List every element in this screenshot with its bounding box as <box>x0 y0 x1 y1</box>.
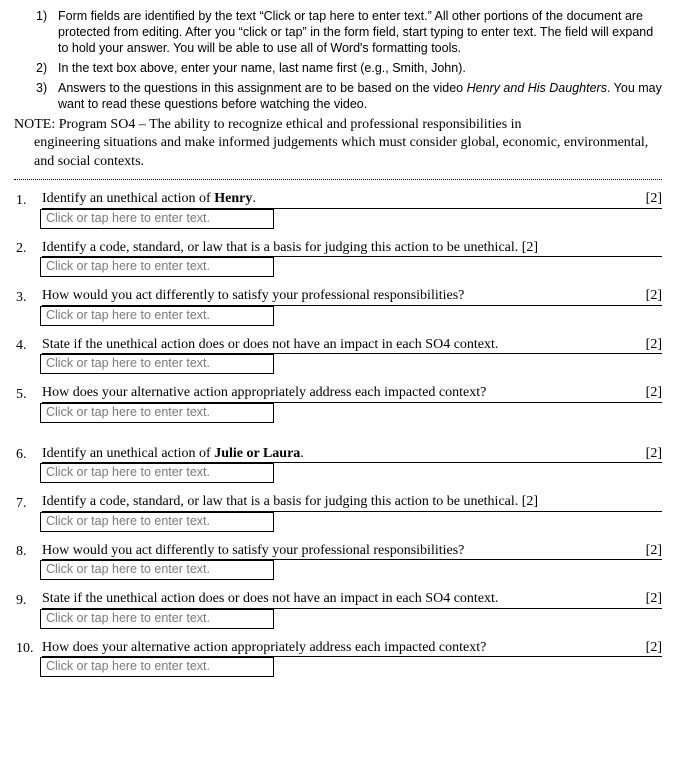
answer-field[interactable]: Click or tap here to enter text. <box>40 512 274 532</box>
question-text: Identify an unethical action of Julie or… <box>42 445 642 463</box>
instruction-item: 1) Form fields are identified by the tex… <box>58 8 662 56</box>
question-row: 2.Identify a code, standard, or law that… <box>14 239 662 258</box>
answer-input-row: Click or tap here to enter text. <box>40 257 662 277</box>
question-text-wrap: Identify an unethical action of Henry.[2… <box>42 190 662 209</box>
question-number: 1. <box>14 193 42 209</box>
answer-field[interactable]: Click or tap here to enter text. <box>40 257 274 277</box>
instruction-text: In the text box above, enter your name, … <box>58 61 466 75</box>
questions-container: 1.Identify an unethical action of Henry.… <box>14 190 662 677</box>
question-row: 7.Identify a code, standard, or law that… <box>14 493 662 512</box>
video-title: Henry and His Daughters <box>467 81 607 95</box>
question-bold: Julie or Laura <box>214 446 300 461</box>
divider <box>14 179 662 180</box>
instruction-item: 2) In the text box above, enter your nam… <box>58 60 662 76</box>
question-text: How does your alternative action appropr… <box>42 384 642 402</box>
note-block: NOTE: Program SO4 – The ability to recog… <box>14 116 662 171</box>
answer-field[interactable]: Click or tap here to enter text. <box>40 560 274 580</box>
question-text: Identify an unethical action of Henry. <box>42 190 642 208</box>
answer-input-row: Click or tap here to enter text. <box>40 354 662 374</box>
question-points: [2] <box>642 445 662 463</box>
question-row: 8.How would you act differently to satis… <box>14 542 662 561</box>
question-number: 8. <box>14 544 42 560</box>
question-row: 1.Identify an unethical action of Henry.… <box>14 190 662 209</box>
question-points: [2] <box>642 190 662 208</box>
question-text-wrap: How does your alternative action appropr… <box>42 384 662 403</box>
instruction-num: 1) <box>36 8 47 24</box>
question-row: 5.How does your alternative action appro… <box>14 384 662 403</box>
question-bold: Henry <box>214 191 252 206</box>
question-text: State if the unethical action does or do… <box>42 336 642 354</box>
question-text-wrap: Identify an unethical action of Julie or… <box>42 445 662 464</box>
question-row: 9.State if the unethical action does or … <box>14 590 662 609</box>
question-points: [2] <box>642 384 662 402</box>
question-text-wrap: How would you act differently to satisfy… <box>42 287 662 306</box>
question-number: 7. <box>14 496 42 512</box>
note-line1: Program SO4 – The ability to recognize e… <box>55 117 521 132</box>
question-text: Identify a code, standard, or law that i… <box>42 493 662 511</box>
question-number: 2. <box>14 241 42 257</box>
answer-input-row: Click or tap here to enter text. <box>40 403 662 423</box>
answer-input-row: Click or tap here to enter text. <box>40 512 662 532</box>
question-text: How would you act differently to satisfy… <box>42 287 642 305</box>
note-line2: engineering situations and make informed… <box>14 134 662 171</box>
answer-input-row: Click or tap here to enter text. <box>40 609 662 629</box>
answer-field[interactable]: Click or tap here to enter text. <box>40 209 274 229</box>
question-row: 3.How would you act differently to satis… <box>14 287 662 306</box>
question-text-wrap: State if the unethical action does or do… <box>42 590 662 609</box>
question-number: 6. <box>14 447 42 463</box>
question-points: [2] <box>642 590 662 608</box>
answer-input-row: Click or tap here to enter text. <box>40 306 662 326</box>
instructions-list: 1) Form fields are identified by the tex… <box>14 8 662 112</box>
answer-input-row: Click or tap here to enter text. <box>40 209 662 229</box>
answer-field[interactable]: Click or tap here to enter text. <box>40 657 274 677</box>
question-text-wrap: Identify a code, standard, or law that i… <box>42 493 662 512</box>
answer-field[interactable]: Click or tap here to enter text. <box>40 306 274 326</box>
question-row: 10.How does your alternative action appr… <box>14 639 662 658</box>
question-text-wrap: Identify a code, standard, or law that i… <box>42 239 662 258</box>
question-row: 4.State if the unethical action does or … <box>14 336 662 355</box>
question-points: [2] <box>642 287 662 305</box>
question-points: [2] <box>642 336 662 354</box>
question-text: State if the unethical action does or do… <box>42 590 642 608</box>
answer-field[interactable]: Click or tap here to enter text. <box>40 463 274 483</box>
answer-field[interactable]: Click or tap here to enter text. <box>40 609 274 629</box>
question-points: [2] <box>642 542 662 560</box>
question-points: [2] <box>642 639 662 657</box>
question-row: 6.Identify an unethical action of Julie … <box>14 445 662 464</box>
instruction-item: 3) Answers to the questions in this assi… <box>58 80 662 112</box>
question-text: How would you act differently to satisfy… <box>42 542 642 560</box>
question-number: 4. <box>14 338 42 354</box>
question-number: 3. <box>14 290 42 306</box>
answer-input-row: Click or tap here to enter text. <box>40 560 662 580</box>
question-text-wrap: How would you act differently to satisfy… <box>42 542 662 561</box>
note-label: NOTE: <box>14 117 55 132</box>
answer-input-row: Click or tap here to enter text. <box>40 463 662 483</box>
answer-input-row: Click or tap here to enter text. <box>40 657 662 677</box>
question-number: 5. <box>14 387 42 403</box>
instruction-num: 2) <box>36 60 47 76</box>
answer-field[interactable]: Click or tap here to enter text. <box>40 354 274 374</box>
question-text-wrap: State if the unethical action does or do… <box>42 336 662 355</box>
answer-field[interactable]: Click or tap here to enter text. <box>40 403 274 423</box>
question-text: How does your alternative action appropr… <box>42 639 642 657</box>
instruction-text: Form fields are identified by the text “… <box>58 9 653 55</box>
instruction-num: 3) <box>36 80 47 96</box>
question-text-wrap: How does your alternative action appropr… <box>42 639 662 658</box>
question-text: Identify a code, standard, or law that i… <box>42 239 662 257</box>
question-number: 9. <box>14 593 42 609</box>
instruction-text-pre: Answers to the questions in this assignm… <box>58 81 467 95</box>
question-number: 10. <box>14 641 42 657</box>
